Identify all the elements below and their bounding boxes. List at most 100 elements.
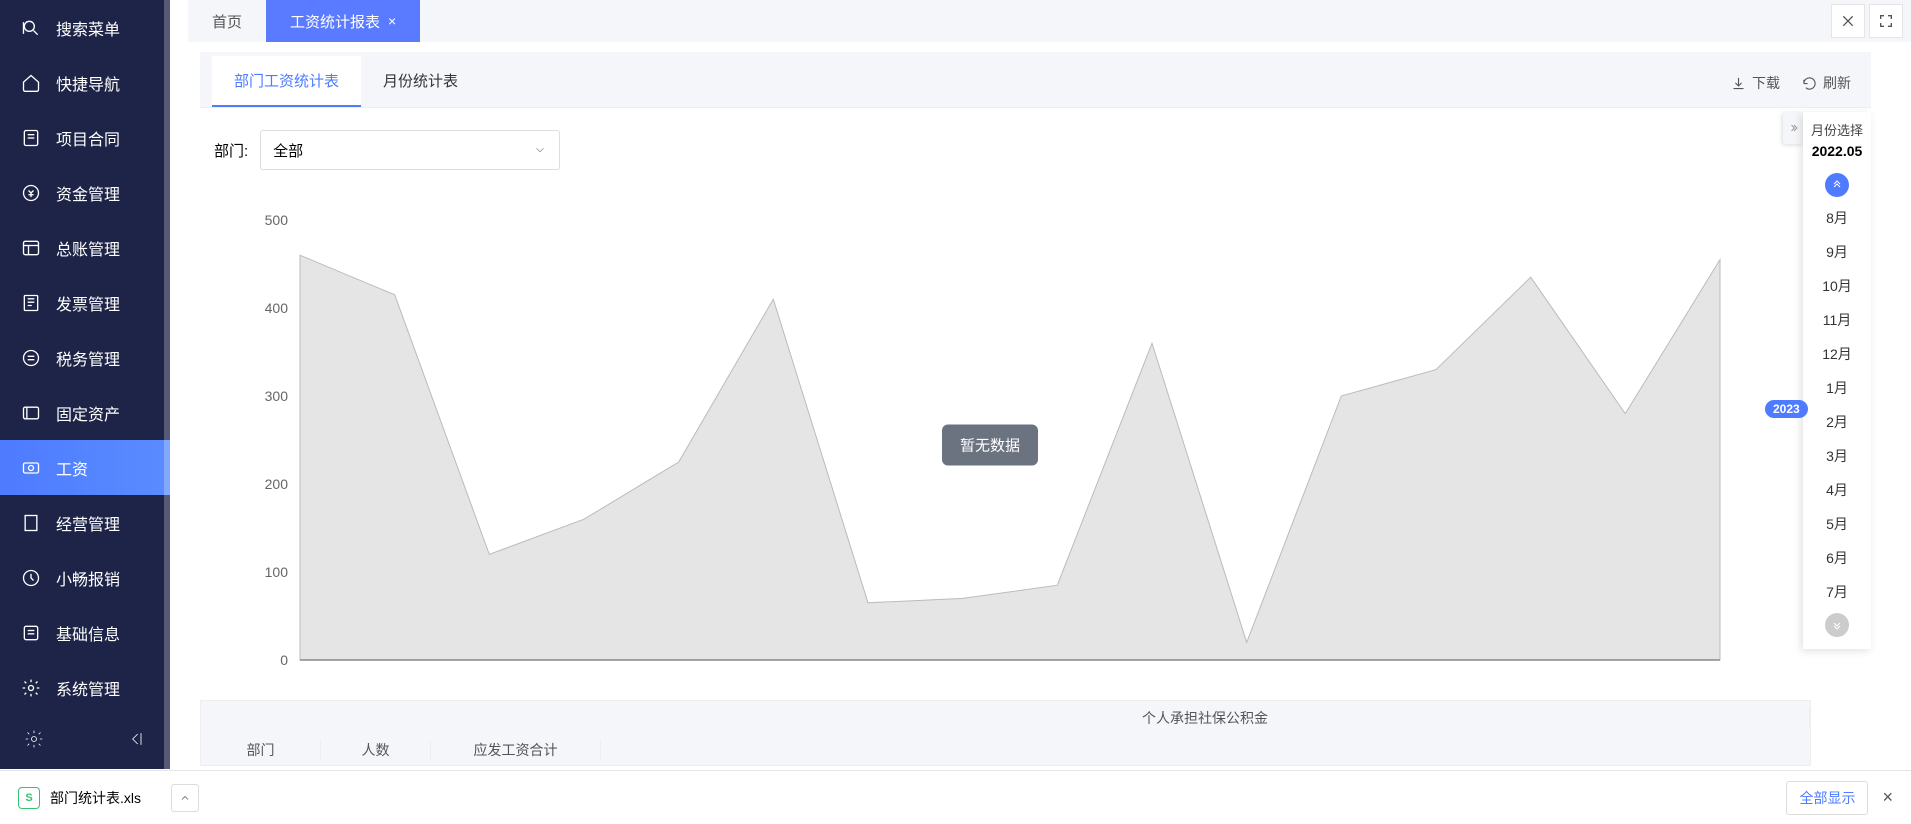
close-all-tabs-button[interactable] [1831, 4, 1865, 38]
fullscreen-button[interactable] [1869, 4, 1903, 38]
month-item[interactable]: 4月 [1822, 473, 1852, 507]
sidebar-label: 总账管理 [56, 236, 120, 260]
month-item[interactable]: 1月 [1822, 371, 1852, 405]
sidebar-item-salary[interactable]: 工资 [0, 440, 170, 495]
month-panel-current: 2022.05 [1812, 143, 1863, 159]
invoice-icon [20, 292, 42, 314]
sidebar-item-contracts[interactable]: 项目合同 [0, 110, 170, 165]
inner-tab-dept[interactable]: 部门工资统计表 [212, 56, 361, 107]
building-icon [20, 512, 42, 534]
sidebar-item-system[interactable]: 系统管理 [0, 660, 170, 714]
sidebar-scrollbar[interactable] [164, 0, 170, 769]
assets-icon [20, 402, 42, 424]
month-item[interactable]: 11月 [1822, 303, 1852, 337]
month-item[interactable]: 2月 [1822, 405, 1852, 439]
month-panel: 月份选择 2022.05 8月9月10月11月12月1月2月3月4月5月6月7月… [1803, 112, 1871, 649]
filter-label: 部门: [214, 140, 248, 161]
tax-icon [20, 347, 42, 369]
filter-row: 部门: 全部 [214, 130, 560, 170]
show-all-downloads[interactable]: 全部显示 [1786, 781, 1868, 815]
sidebar-item-baseinfo[interactable]: 基础信息 [0, 605, 170, 660]
sidebar-label: 项目合同 [56, 126, 120, 150]
sidebar-item-business[interactable]: 经营管理 [0, 495, 170, 550]
sidebar-label: 系统管理 [56, 676, 120, 700]
close-icon[interactable]: × [388, 13, 396, 29]
sidebar-label: 快捷导航 [56, 71, 120, 95]
action-label: 下载 [1752, 73, 1780, 93]
sidebar-item-ledger[interactable]: 总账管理 [0, 220, 170, 275]
svg-text:300: 300 [265, 388, 289, 404]
info-icon [20, 622, 42, 644]
tab-label: 首页 [212, 11, 242, 32]
collapse-sidebar-icon[interactable] [126, 729, 146, 754]
downloaded-file[interactable]: S 部门统计表.xls [18, 784, 199, 812]
table-header: 个人承担社保公积金 部门 人数 应发工资合计 [200, 700, 1811, 766]
sidebar-item-funds[interactable]: 资金管理 [0, 165, 170, 220]
tab-home[interactable]: 首页 [188, 0, 266, 42]
svg-text:100: 100 [265, 564, 289, 580]
th-dept: 部门 [201, 740, 321, 760]
sidebar-label: 发票管理 [56, 291, 120, 315]
month-item[interactable]: 7月 [1822, 575, 1852, 609]
sidebar-label: 搜索菜单 [56, 16, 120, 40]
svg-text:0: 0 [280, 652, 288, 668]
home-icon [20, 72, 42, 94]
top-tabs: 首页 工资统计报表× [188, 0, 1911, 42]
system-icon [20, 677, 42, 699]
month-item[interactable]: 5月 [1822, 507, 1852, 541]
document-icon [20, 127, 42, 149]
sidebar-item-assets[interactable]: 固定资产 [0, 385, 170, 440]
month-scroll-up[interactable] [1825, 173, 1849, 197]
sidebar-label: 固定资产 [56, 401, 120, 425]
file-name: 部门统计表.xls [50, 788, 141, 808]
sidebar-label: 税务管理 [56, 346, 120, 370]
sidebar-label: 工资 [56, 456, 88, 480]
month-item[interactable]: 12月 [1822, 337, 1852, 371]
sidebar-item-quicknav[interactable]: 快捷导航 [0, 55, 170, 110]
settings-icon[interactable] [24, 729, 44, 754]
inner-tabs: 部门工资统计表 月份统计表 下载 刷新 [200, 52, 1871, 108]
sidebar-item-tax[interactable]: 税务管理 [0, 330, 170, 385]
search-icon [20, 17, 42, 39]
tab-salary-report[interactable]: 工资统计报表× [266, 0, 420, 42]
svg-text:200: 200 [265, 476, 289, 492]
salary-icon [20, 457, 42, 479]
month-item[interactable]: 6月 [1822, 541, 1852, 575]
sidebar-label: 资金管理 [56, 181, 120, 205]
svg-text:500: 500 [265, 212, 289, 228]
month-item[interactable]: 3月 [1822, 439, 1852, 473]
month-scroll-down[interactable] [1825, 613, 1849, 637]
th-payable: 应发工资合计 [431, 740, 601, 760]
action-label: 刷新 [1823, 73, 1851, 93]
month-item[interactable]: 10月 [1822, 269, 1852, 303]
year-badge: 2023 [1765, 400, 1808, 418]
ledger-icon [20, 237, 42, 259]
refresh-button[interactable]: 刷新 [1802, 73, 1851, 93]
money-icon [20, 182, 42, 204]
download-button[interactable]: 下载 [1731, 73, 1780, 93]
sidebar-footer [0, 714, 170, 769]
sidebar-item-search[interactable]: 搜索菜单 [0, 0, 170, 55]
expense-icon [20, 567, 42, 589]
download-bar: S 部门统计表.xls 全部显示 × [0, 770, 1911, 824]
inner-tab-month[interactable]: 月份统计表 [361, 56, 480, 107]
chevron-down-icon [533, 143, 547, 157]
month-item[interactable]: 8月 [1822, 201, 1852, 235]
month-panel-collapse[interactable] [1783, 112, 1803, 144]
close-download-bar[interactable]: × [1882, 787, 1893, 808]
no-data-badge: 暂无数据 [942, 425, 1038, 466]
select-value: 全部 [273, 140, 303, 161]
xls-icon: S [18, 787, 40, 809]
svg-text:400: 400 [265, 300, 289, 316]
sidebar-item-expense[interactable]: 小畅报销 [0, 550, 170, 605]
th-count: 人数 [321, 740, 431, 760]
salary-chart: 0 100 200 300 400 500 暂无数据 [240, 200, 1740, 690]
sidebar-label: 基础信息 [56, 621, 120, 645]
sidebar-item-invoice[interactable]: 发票管理 [0, 275, 170, 330]
sidebar-label: 小畅报销 [56, 566, 120, 590]
th-personal-social: 个人承担社保公积金 [601, 708, 1810, 728]
dept-select[interactable]: 全部 [260, 130, 560, 170]
file-menu-button[interactable] [171, 784, 199, 812]
month-panel-title: 月份选择 [1811, 120, 1863, 139]
month-item[interactable]: 9月 [1822, 235, 1852, 269]
